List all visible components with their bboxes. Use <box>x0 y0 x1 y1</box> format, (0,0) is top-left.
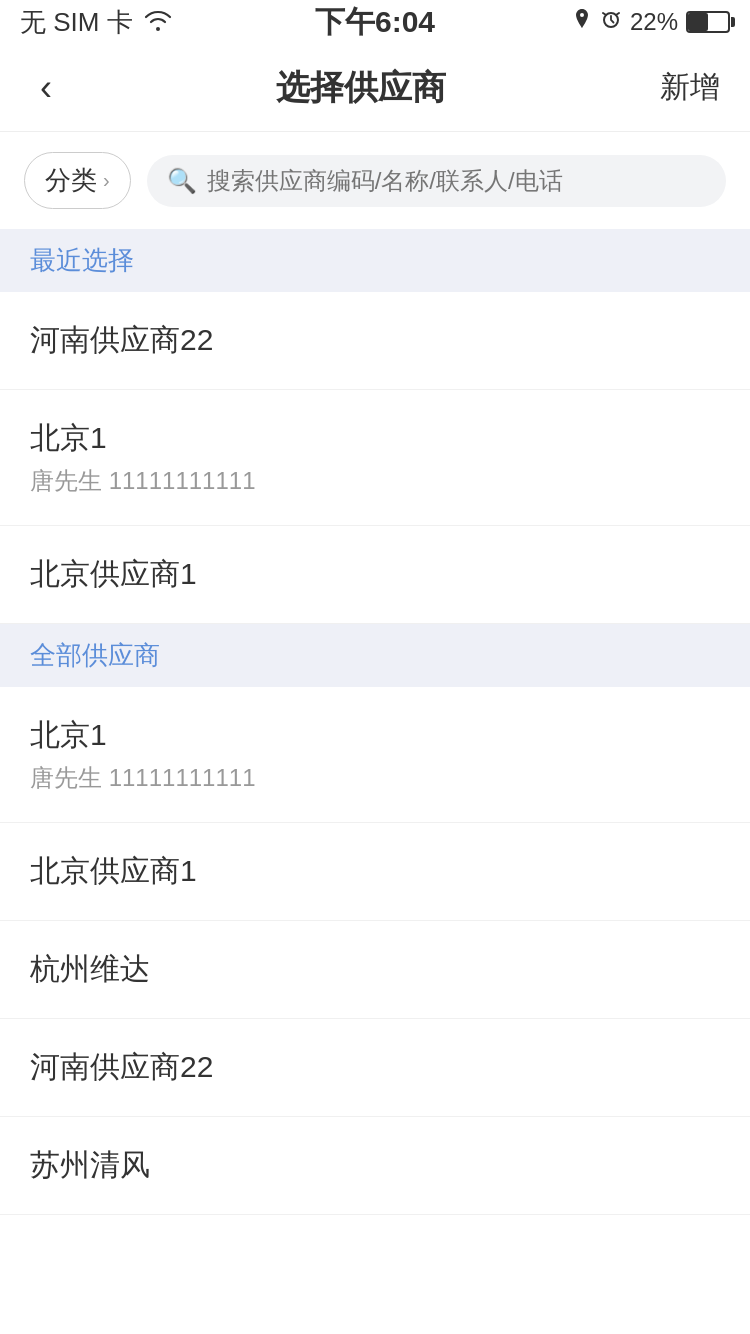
back-button[interactable]: ‹ <box>30 57 62 119</box>
item-name: 北京1 <box>30 418 720 459</box>
list-item[interactable]: 北京供应商1 <box>0 823 750 921</box>
search-box: 🔍 <box>147 155 726 207</box>
list-item[interactable]: 北京1 唐先生 11111111111 <box>0 687 750 823</box>
item-sub: 唐先生 11111111111 <box>30 465 720 497</box>
item-name: 河南供应商22 <box>30 1047 720 1088</box>
search-input[interactable] <box>207 167 706 195</box>
list-item[interactable]: 苏州清风 <box>0 1117 750 1215</box>
status-bar: 无 SIM 卡 下午6:04 22% <box>0 0 750 44</box>
status-time: 下午6:04 <box>315 2 435 43</box>
status-left: 无 SIM 卡 <box>20 5 173 40</box>
list-item[interactable]: 北京1 唐先生 11111111111 <box>0 390 750 526</box>
category-button[interactable]: 分类 › <box>24 152 131 209</box>
add-button[interactable]: 新增 <box>660 67 720 108</box>
carrier-label: 无 SIM 卡 <box>20 5 133 40</box>
all-list: 北京1 唐先生 11111111111 北京供应商1 杭州维达河南供应商22 苏州清风 <box>0 687 750 1215</box>
item-sub: 唐先生 11111111111 <box>30 762 720 794</box>
category-label: 分类 <box>45 163 97 198</box>
list-item[interactable]: 河南供应商22 <box>0 292 750 390</box>
list-item[interactable]: 河南供应商22 <box>0 1019 750 1117</box>
item-name: 苏州清风 <box>30 1145 720 1186</box>
item-name: 北京供应商1 <box>30 851 720 892</box>
item-name: 北京供应商1 <box>30 554 720 595</box>
chevron-right-icon: › <box>103 169 110 192</box>
page-title: 选择供应商 <box>276 65 446 111</box>
battery-icon <box>686 11 730 33</box>
battery-percent: 22% <box>630 8 678 36</box>
wifi-icon <box>143 7 173 38</box>
recent-section-header: 最近选择 <box>0 229 750 292</box>
list-item[interactable]: 杭州维达 <box>0 921 750 1019</box>
alarm-icon <box>600 8 622 36</box>
list-item[interactable]: 北京供应商1 <box>0 526 750 624</box>
recent-list: 河南供应商22 北京1 唐先生 11111111111 北京供应商1 <box>0 292 750 624</box>
item-name: 河南供应商22 <box>30 320 720 361</box>
nav-bar: ‹ 选择供应商 新增 <box>0 44 750 132</box>
item-name: 杭州维达 <box>30 949 720 990</box>
status-right: 22% <box>572 8 730 36</box>
filter-bar: 分类 › 🔍 <box>0 132 750 229</box>
item-name: 北京1 <box>30 715 720 756</box>
location-icon <box>572 8 592 36</box>
search-icon: 🔍 <box>167 167 197 195</box>
all-section-header: 全部供应商 <box>0 624 750 687</box>
